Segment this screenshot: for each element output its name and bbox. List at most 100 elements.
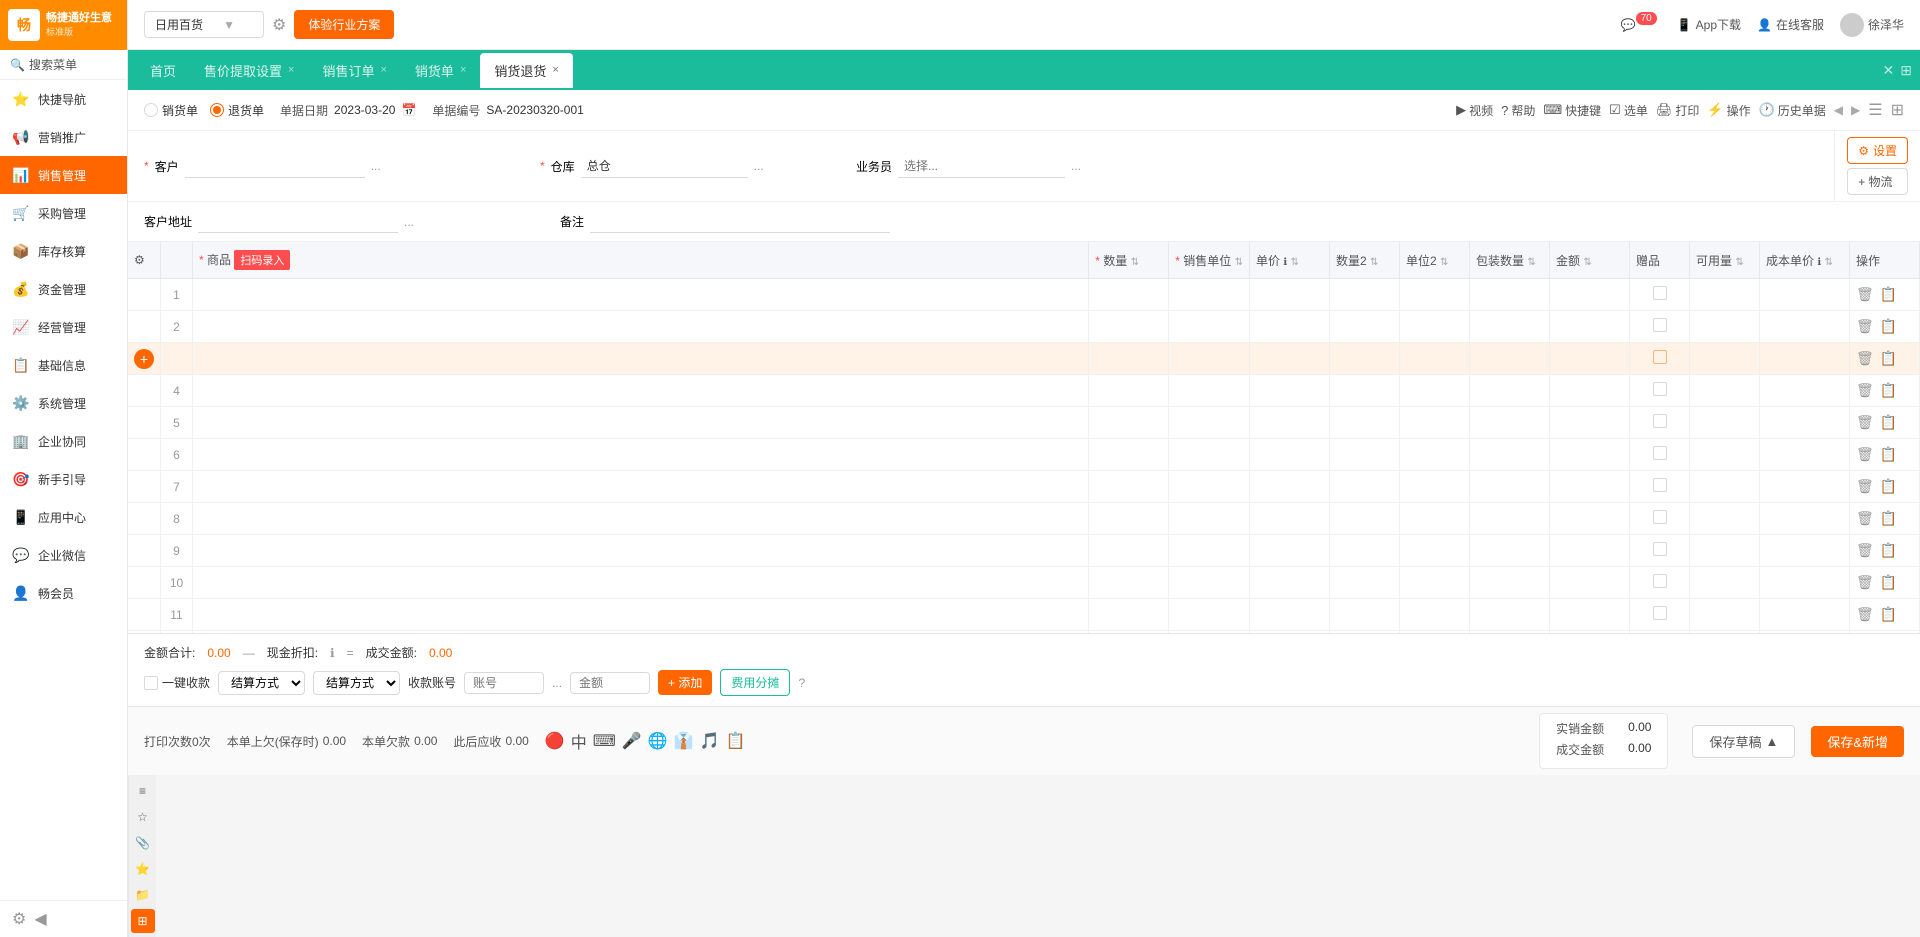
row2-price[interactable]: [1250, 311, 1330, 343]
right-panel-icon6[interactable]: ⊞: [131, 909, 155, 933]
salesperson-dots[interactable]: ...: [1071, 159, 1081, 173]
sidebar-item-inventory[interactable]: 📦 库存核算: [0, 232, 127, 270]
save-draft-btn[interactable]: 保存草稿 ▲: [1692, 725, 1795, 758]
sidebar-item-wechat[interactable]: 💬 企业微信: [0, 536, 127, 574]
row1-amount[interactable]: [1550, 279, 1630, 311]
tab-sales-return[interactable]: 销货退货 ×: [480, 53, 572, 88]
right-panel-icon1[interactable]: ≡: [131, 779, 155, 803]
row10-del[interactable]: 🗑: [1856, 574, 1874, 591]
right-panel-icon5[interactable]: 📁: [131, 883, 155, 907]
split-help-icon[interactable]: ?: [798, 676, 805, 690]
search-menu[interactable]: 🔍 搜索菜单: [0, 50, 127, 80]
tab-close-price-settings[interactable]: ×: [288, 64, 294, 76]
radio-delivery[interactable]: 销货单: [144, 102, 198, 119]
sidebar-item-system[interactable]: ⚙️ 系统管理: [0, 384, 127, 422]
row9-del[interactable]: 🗑: [1856, 542, 1874, 559]
sidebar-item-shortcut[interactable]: ⭐ 快捷导航: [0, 80, 127, 118]
sidebar-item-enterprise[interactable]: 🏢 企业协同: [0, 422, 127, 460]
row1-available[interactable]: [1690, 279, 1760, 311]
unit-sort-icon[interactable]: ⇅: [1235, 257, 1243, 268]
row1-qty2[interactable]: [1330, 279, 1400, 311]
row2-pack[interactable]: [1470, 311, 1550, 343]
row3-delete-icon[interactable]: 🗑: [1856, 350, 1874, 367]
th-settings[interactable]: ⚙: [128, 242, 161, 279]
nav-next-icon[interactable]: ▶: [1851, 103, 1860, 117]
row11-copy[interactable]: 📋: [1880, 606, 1897, 623]
row4-copy[interactable]: 📋: [1880, 382, 1897, 399]
discount-info-icon[interactable]: ℹ: [330, 646, 335, 660]
sidebar-item-basic[interactable]: 📋 基础信息: [0, 346, 127, 384]
salesperson-input[interactable]: [898, 155, 1065, 178]
row11-del[interactable]: 🗑: [1856, 606, 1874, 623]
print-btn[interactable]: 🖨 打印: [1656, 102, 1700, 119]
row3-available[interactable]: [1690, 343, 1760, 375]
row1-product[interactable]: [193, 279, 1089, 311]
sidebar-item-purchase[interactable]: 🛒 采购管理: [0, 194, 127, 232]
settlement-method-select[interactable]: 结算方式: [218, 671, 305, 695]
add-payment-btn[interactable]: + 添加: [658, 670, 712, 695]
row7-del[interactable]: 🗑: [1856, 478, 1874, 495]
row1-copy-icon[interactable]: 📋: [1880, 286, 1897, 303]
settings-side-btn[interactable]: ⚙ 设置: [1847, 137, 1908, 164]
right-panel-icon2[interactable]: ☆: [131, 805, 155, 829]
cost-sort-icon[interactable]: ⇅: [1825, 257, 1833, 268]
unit2-sort-icon[interactable]: ⇅: [1440, 257, 1448, 268]
cost-split-btn[interactable]: 费用分摊: [720, 669, 790, 696]
row2-gift[interactable]: [1630, 311, 1690, 343]
tab-close-all-icon[interactable]: ✕: [1883, 62, 1895, 79]
sidebar-item-marketing[interactable]: 📢 营销推广: [0, 118, 127, 156]
industry-select[interactable]: 日用百货 ▼: [144, 11, 264, 38]
select-btn[interactable]: ☑ 选单: [1609, 102, 1648, 119]
row3-cost[interactable]: [1760, 343, 1850, 375]
qty-sort-icon[interactable]: ⇅: [1131, 257, 1139, 268]
amount-sort-icon[interactable]: ⇅: [1583, 257, 1591, 268]
row2-cost[interactable]: [1760, 311, 1850, 343]
row2-copy-icon[interactable]: 📋: [1880, 318, 1897, 335]
amount-input[interactable]: [570, 672, 650, 694]
logistics-btn[interactable]: + 物流: [1847, 168, 1908, 195]
address-dots[interactable]: ...: [404, 215, 414, 229]
row1-product-input[interactable]: [199, 288, 1082, 302]
save-new-btn[interactable]: 保存&新增: [1811, 726, 1904, 757]
avail-sort-icon[interactable]: ⇅: [1735, 257, 1743, 268]
row3-gift[interactable]: [1630, 343, 1690, 375]
price-sort-icon[interactable]: ⇅: [1291, 257, 1299, 268]
calc-method-select[interactable]: 结算方式: [313, 671, 400, 695]
app-download-item[interactable]: 📱 App下载: [1677, 16, 1741, 33]
address-input[interactable]: [198, 210, 398, 233]
sidebar-item-member[interactable]: 👤 畅会员: [0, 574, 127, 612]
row2-delete-icon[interactable]: 🗑: [1856, 318, 1874, 335]
trial-button[interactable]: 体验行业方案: [294, 10, 394, 39]
customer-dots[interactable]: ...: [371, 159, 381, 173]
row2-available[interactable]: [1690, 311, 1760, 343]
row7-copy[interactable]: 📋: [1880, 478, 1897, 495]
user-item[interactable]: 徐泽华: [1840, 13, 1904, 37]
row2-unit[interactable]: [1169, 311, 1250, 343]
tab-sales-delivery[interactable]: 销货单 ×: [401, 53, 480, 88]
calendar-icon[interactable]: 📅: [401, 103, 416, 117]
row10-copy[interactable]: 📋: [1880, 574, 1897, 591]
row1-cost[interactable]: [1760, 279, 1850, 311]
sidebar-item-apps[interactable]: 📱 应用中心: [0, 498, 127, 536]
row3-pack[interactable]: [1470, 343, 1550, 375]
row1-qty[interactable]: [1089, 279, 1169, 311]
video-btn[interactable]: ▶ 视频: [1456, 102, 1493, 119]
collapse-icon[interactable]: ◀: [34, 909, 46, 929]
sidebar-item-sales[interactable]: 📊 销售管理: [0, 156, 127, 194]
history-btn[interactable]: 🕐 历史单据: [1759, 102, 1826, 119]
row6-del[interactable]: 🗑: [1856, 446, 1874, 463]
row4-del[interactable]: 🗑: [1856, 382, 1874, 399]
table-view-icon[interactable]: ⊞: [1891, 100, 1904, 120]
settings-bottom-icon[interactable]: ⚙: [12, 909, 26, 929]
customer-input[interactable]: [185, 155, 365, 178]
nav-prev-icon[interactable]: ◀: [1834, 103, 1843, 117]
row6-copy[interactable]: 📋: [1880, 446, 1897, 463]
row1-unit2[interactable]: [1400, 279, 1470, 311]
remark-input[interactable]: [590, 210, 890, 233]
operate-btn[interactable]: ⚡ 操作: [1707, 102, 1750, 119]
row5-del[interactable]: 🗑: [1856, 414, 1874, 431]
row3-amount[interactable]: [1550, 343, 1630, 375]
right-panel-icon4[interactable]: ⭐: [131, 857, 155, 881]
row1-price[interactable]: [1250, 279, 1330, 311]
row3-product[interactable]: [193, 343, 1089, 375]
